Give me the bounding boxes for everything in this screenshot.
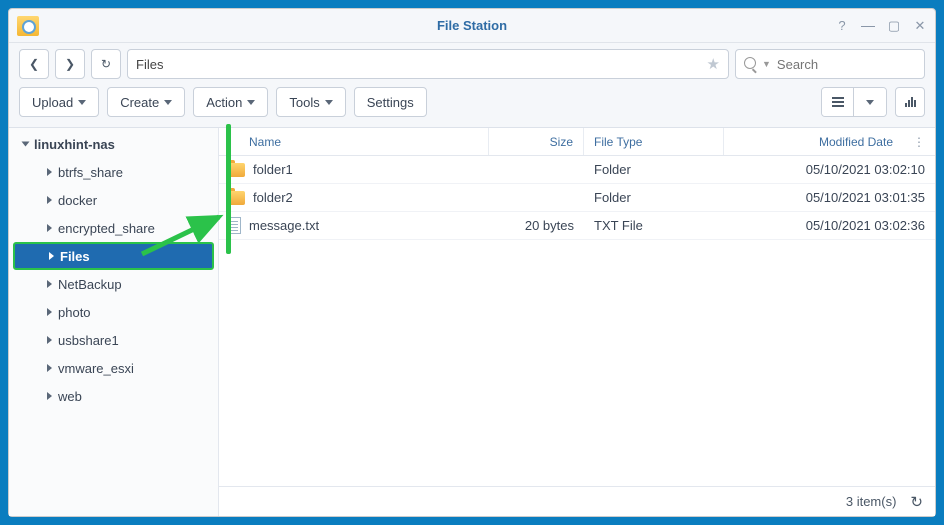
chevron-right-icon (47, 364, 52, 372)
refresh-button[interactable]: ↻ (91, 49, 121, 79)
item-count: 3 item(s) (846, 494, 897, 509)
tree-item-files[interactable]: Files (13, 242, 214, 270)
annotation-bar (226, 124, 231, 254)
view-dropdown[interactable] (854, 88, 886, 116)
action-toolbar: Upload Create Action Tools Settings (9, 85, 935, 127)
tree-item-usbshare1[interactable]: usbshare1 (9, 326, 218, 354)
chevron-right-icon (47, 224, 52, 232)
caret-down-icon (866, 100, 874, 105)
file-row[interactable]: folder2Folder05/10/2021 03:01:35 (219, 184, 935, 212)
tree-root[interactable]: linuxhint-nas (9, 130, 218, 158)
caret-down-icon (78, 100, 86, 105)
col-menu-icon[interactable]: ⋮ (903, 128, 935, 155)
close-icon[interactable]: ✕ (913, 18, 927, 34)
tools-button[interactable]: Tools (276, 87, 345, 117)
caret-down-icon (164, 100, 172, 105)
chevron-right-icon (49, 252, 54, 260)
window-controls: ? ▢ ✕ (835, 18, 927, 34)
chevron-right-icon (47, 392, 52, 400)
tree-item-docker[interactable]: docker (9, 186, 218, 214)
minimize-icon[interactable] (861, 18, 875, 34)
sort-button[interactable] (895, 87, 925, 117)
action-button[interactable]: Action (193, 87, 268, 117)
help-icon[interactable]: ? (835, 18, 849, 34)
col-size[interactable]: Size (489, 128, 584, 155)
tree-item-web[interactable]: web (9, 382, 218, 410)
search-box[interactable]: ▼ (735, 49, 925, 79)
list-view-button[interactable] (822, 88, 854, 116)
search-icon (744, 57, 756, 71)
view-toggle (821, 87, 887, 117)
col-date[interactable]: Modified Date (724, 128, 903, 155)
content-area: linuxhint-nasbtrfs_sharedockerencrypted_… (9, 127, 935, 516)
settings-button[interactable]: Settings (354, 87, 427, 117)
path-text: Files (136, 57, 163, 72)
file-rows: folder1Folder05/10/2021 03:02:10folder2F… (219, 156, 935, 486)
chevron-down-icon (22, 142, 30, 147)
create-button[interactable]: Create (107, 87, 185, 117)
path-input[interactable]: Files ★ (127, 49, 729, 79)
file-list-pane: Name Size File Type Modified Date ⋮ fold… (219, 128, 935, 516)
favorite-icon[interactable]: ★ (707, 55, 720, 73)
back-button[interactable]: ❮ (19, 49, 49, 79)
app-icon (17, 16, 39, 36)
nav-toolbar: ❮ ❯ ↻ Files ★ ▼ (9, 43, 935, 85)
column-headers: Name Size File Type Modified Date ⋮ (219, 128, 935, 156)
caret-down-icon (325, 100, 333, 105)
tree-item-netbackup[interactable]: NetBackup (9, 270, 218, 298)
refresh-icon[interactable]: ↻ (910, 493, 923, 511)
search-input[interactable] (777, 57, 944, 72)
tree-item-photo[interactable]: photo (9, 298, 218, 326)
upload-button[interactable]: Upload (19, 87, 99, 117)
forward-button[interactable]: ❯ (55, 49, 85, 79)
chevron-right-icon (47, 308, 52, 316)
maximize-icon[interactable]: ▢ (887, 18, 901, 34)
list-icon (832, 97, 844, 107)
tree-item-vmware_esxi[interactable]: vmware_esxi (9, 354, 218, 382)
chevron-right-icon (47, 168, 52, 176)
tree-item-encrypted_share[interactable]: encrypted_share (9, 214, 218, 242)
file-row[interactable]: folder1Folder05/10/2021 03:02:10 (219, 156, 935, 184)
status-bar: 3 item(s) ↻ (219, 486, 935, 516)
sidebar-tree: linuxhint-nasbtrfs_sharedockerencrypted_… (9, 128, 219, 516)
col-name[interactable]: Name (219, 128, 489, 155)
window-title: File Station (437, 18, 507, 33)
chevron-down-icon[interactable]: ▼ (762, 59, 771, 69)
col-type[interactable]: File Type (584, 128, 724, 155)
chevron-right-icon (47, 196, 52, 204)
chevron-right-icon (47, 336, 52, 344)
caret-down-icon (247, 100, 255, 105)
chevron-right-icon (47, 280, 52, 288)
tree-item-btrfs_share[interactable]: btrfs_share (9, 158, 218, 186)
sort-icon (905, 97, 916, 107)
file-station-window: File Station ? ▢ ✕ ❮ ❯ ↻ Files ★ ▼ Uploa… (8, 8, 936, 517)
file-row[interactable]: message.txt20 bytesTXT File05/10/2021 03… (219, 212, 935, 240)
titlebar: File Station ? ▢ ✕ (9, 9, 935, 43)
